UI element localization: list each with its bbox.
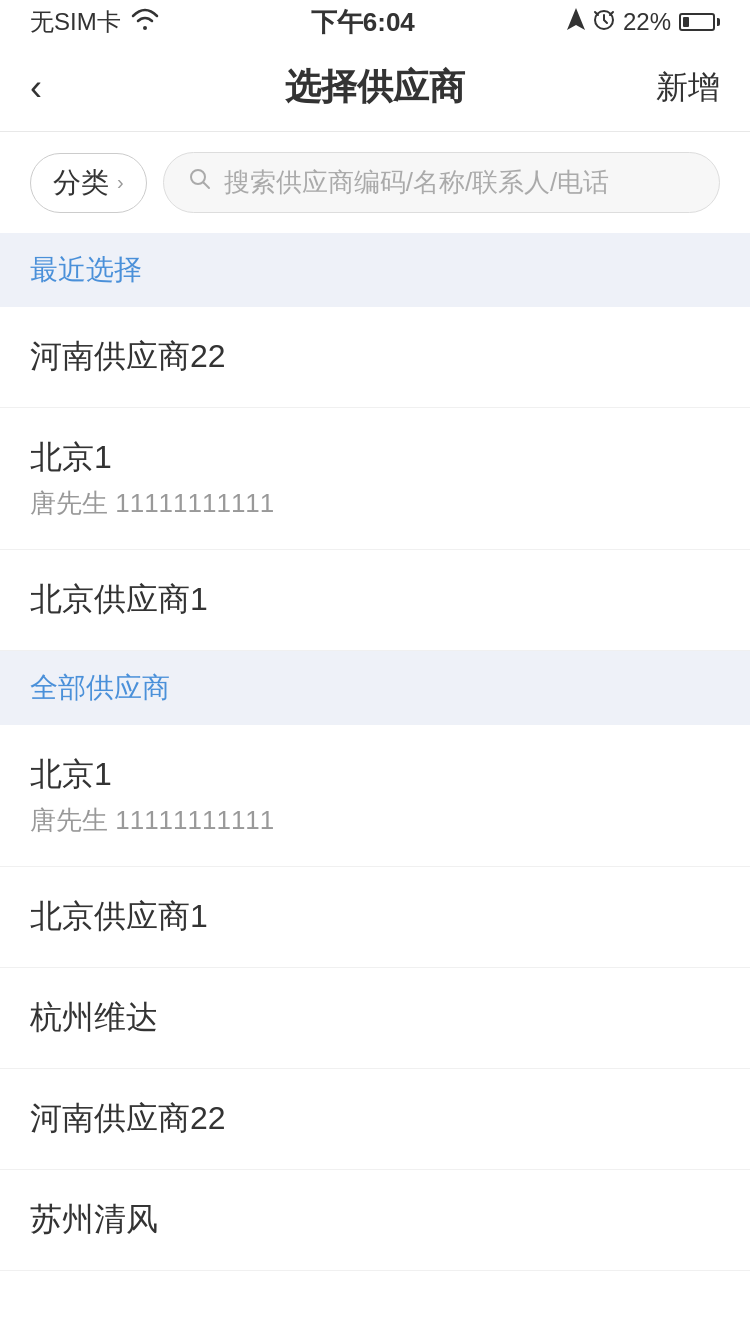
item-name: 河南供应商22 — [30, 1097, 720, 1141]
item-name: 北京供应商1 — [30, 578, 720, 622]
search-input-box[interactable]: 搜索供应商编码/名称/联系人/电话 — [163, 152, 720, 213]
all-section-header: 全部供应商 — [0, 651, 750, 725]
recent-section-header: 最近选择 — [0, 233, 750, 307]
item-contact: 唐先生 11111111111 — [30, 803, 720, 838]
item-contact: 唐先生 11111111111 — [30, 486, 720, 521]
list-item[interactable]: 北京供应商1 — [0, 867, 750, 968]
category-label: 分类 — [53, 164, 109, 202]
location-icon — [567, 8, 585, 36]
wifi-icon — [131, 8, 159, 36]
list-item[interactable]: 苏州清风 — [0, 1170, 750, 1271]
recent-list: 河南供应商22 北京1 唐先生 11111111111 北京供应商1 — [0, 307, 750, 651]
item-name: 苏州清风 — [30, 1198, 720, 1242]
item-name: 北京1 — [30, 753, 720, 797]
status-left: 无SIM卡 — [30, 6, 159, 38]
status-bar: 无SIM卡 下午6:04 22% — [0, 0, 750, 44]
item-name: 北京供应商1 — [30, 895, 720, 939]
category-filter-button[interactable]: 分类 › — [30, 153, 147, 213]
list-item[interactable]: 河南供应商22 — [0, 1069, 750, 1170]
list-item[interactable]: 北京供应商1 — [0, 550, 750, 651]
back-button[interactable]: ‹ — [30, 67, 110, 109]
all-section-label: 全部供应商 — [30, 672, 170, 703]
item-name: 河南供应商22 — [30, 335, 720, 379]
no-sim-label: 无SIM卡 — [30, 6, 121, 38]
battery-icon — [679, 13, 720, 31]
status-time: 下午6:04 — [311, 5, 415, 40]
search-placeholder-text: 搜索供应商编码/名称/联系人/电话 — [224, 165, 610, 200]
nav-bar: ‹ 选择供应商 新增 — [0, 44, 750, 132]
add-new-button[interactable]: 新增 — [640, 66, 720, 110]
page-title: 选择供应商 — [285, 63, 465, 112]
search-icon — [188, 167, 212, 198]
battery-percent: 22% — [623, 8, 671, 36]
recent-section-label: 最近选择 — [30, 254, 142, 285]
item-name: 北京1 — [30, 436, 720, 480]
list-item[interactable]: 杭州维达 — [0, 968, 750, 1069]
item-name: 杭州维达 — [30, 996, 720, 1040]
chevron-right-icon: › — [117, 171, 124, 194]
filter-bar: 分类 › 搜索供应商编码/名称/联系人/电话 — [0, 132, 750, 233]
list-item[interactable]: 北京1 唐先生 11111111111 — [0, 725, 750, 867]
status-right: 22% — [567, 8, 720, 36]
list-item[interactable]: 河南供应商22 — [0, 307, 750, 408]
list-item[interactable]: 北京1 唐先生 11111111111 — [0, 408, 750, 550]
alarm-icon — [593, 8, 615, 36]
all-list: 北京1 唐先生 11111111111 北京供应商1 杭州维达 河南供应商22 … — [0, 725, 750, 1271]
